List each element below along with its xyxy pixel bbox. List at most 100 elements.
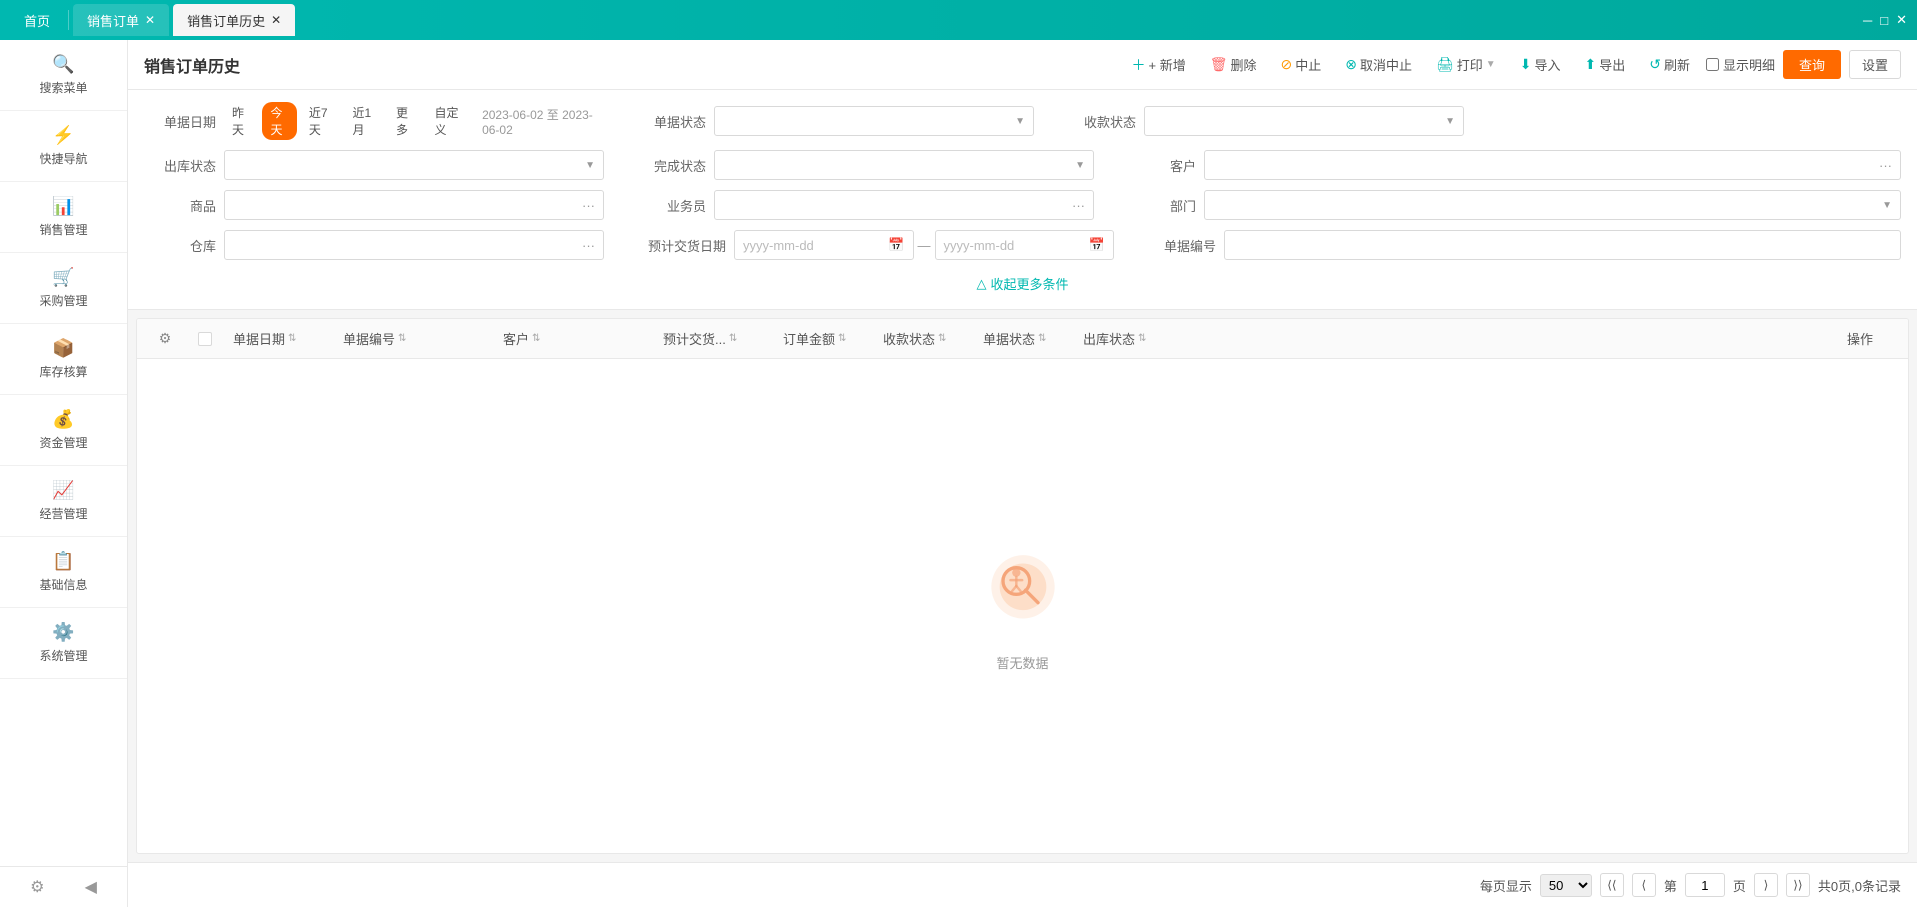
- warehouse-input[interactable]: ···: [224, 230, 604, 260]
- page-prev-button[interactable]: ⟨: [1632, 873, 1656, 897]
- display-toggle-checkbox[interactable]: [1706, 58, 1719, 71]
- date-label: 单据日期: [144, 112, 224, 131]
- refresh-button[interactable]: ↺ 刷新: [1641, 51, 1698, 78]
- bill-no-control[interactable]: [1224, 230, 1901, 260]
- th-payment[interactable]: 收款状态 ⇅: [875, 329, 975, 348]
- date-tag-7days[interactable]: 近7天: [301, 102, 341, 140]
- salesman-dots[interactable]: ···: [1072, 198, 1085, 213]
- import-button[interactable]: ⬇ 导入: [1512, 51, 1569, 78]
- sidebar-item-search[interactable]: 🔍 搜索菜单: [0, 40, 127, 111]
- page-last-button[interactable]: ⟩⟩: [1786, 873, 1810, 897]
- dept-select[interactable]: ▼: [1204, 190, 1901, 220]
- dept-control[interactable]: ▼: [1204, 190, 1901, 220]
- sidebar-item-sales[interactable]: 📊 销售管理: [0, 182, 127, 253]
- bill-status-select[interactable]: ▼: [714, 106, 1034, 136]
- page-size-select[interactable]: 10 20 50 100: [1540, 874, 1592, 897]
- tab-home[interactable]: 首页: [10, 4, 64, 36]
- warehouse-control[interactable]: ···: [224, 230, 604, 260]
- expected-date-start-placeholder: yyyy-mm-dd: [743, 238, 814, 253]
- display-toggle-label: 显示明细: [1723, 55, 1775, 74]
- salesman-control[interactable]: ···: [714, 190, 1094, 220]
- date-tag-yesterday[interactable]: 昨天: [224, 102, 258, 140]
- sidebar-item-finance[interactable]: 💰 资金管理: [0, 395, 127, 466]
- th-date[interactable]: 单据日期 ⇅: [225, 329, 335, 348]
- date-tag-custom[interactable]: 自定义: [426, 102, 470, 140]
- sidebar-item-finance-label: 资金管理: [39, 434, 87, 451]
- th-delivery[interactable]: 预计交货... ⇅: [655, 329, 775, 348]
- minimize-icon[interactable]: ─: [1863, 13, 1872, 28]
- complete-status-control[interactable]: ▼: [714, 150, 1094, 180]
- payment-status-control[interactable]: ▼: [1144, 106, 1464, 136]
- sidebar-item-basic-info[interactable]: 📋 基础信息: [0, 537, 127, 608]
- window-controls: ─ □ ✕: [1863, 12, 1907, 28]
- print-button[interactable]: 🖨 打印 ▼: [1428, 51, 1504, 78]
- date-tags: 昨天 今天 近7天 近1月 更多 自定义: [224, 102, 470, 140]
- th-amount[interactable]: 订单金额 ⇅: [775, 329, 875, 348]
- maximize-icon[interactable]: □: [1880, 13, 1888, 28]
- th-warehouse[interactable]: 出库状态 ⇅: [1075, 329, 1175, 348]
- tab-sales-order[interactable]: 销售订单 ✕: [73, 4, 169, 36]
- payment-status-select[interactable]: ▼: [1144, 106, 1464, 136]
- query-button[interactable]: 查询: [1783, 50, 1841, 79]
- sidebar-item-inventory[interactable]: 📦 库存核算: [0, 324, 127, 395]
- calendar-start-icon[interactable]: 📅: [888, 237, 904, 253]
- sidebar-item-system[interactable]: ⚙️ 系统管理: [0, 608, 127, 679]
- cancel-stop-button[interactable]: ⊗ 取消中止: [1337, 51, 1420, 78]
- date-tag-more[interactable]: 更多: [388, 102, 422, 140]
- setting-button[interactable]: 设置: [1849, 50, 1901, 79]
- tab-sales-order-close[interactable]: ✕: [145, 13, 155, 27]
- sidebar-settings-icon[interactable]: ⚙: [30, 877, 44, 897]
- sidebar-collapse-icon[interactable]: ◀: [85, 877, 97, 897]
- salesman-input[interactable]: ···: [714, 190, 1094, 220]
- expected-date-start[interactable]: yyyy-mm-dd 📅: [734, 230, 914, 260]
- th-no[interactable]: 单据编号 ⇅: [335, 329, 495, 348]
- header-checkbox[interactable]: [198, 332, 212, 346]
- page-first-button[interactable]: ⟨⟨: [1600, 873, 1624, 897]
- page-number-input[interactable]: [1685, 873, 1725, 897]
- date-tag-1month[interactable]: 近1月: [344, 102, 384, 140]
- page-next-button[interactable]: ⟩: [1754, 873, 1778, 897]
- cancel-stop-icon: ⊗: [1345, 56, 1357, 73]
- expected-date-control[interactable]: yyyy-mm-dd 📅 — yyyy-mm-dd 📅: [734, 230, 1114, 260]
- th-checkbox[interactable]: [185, 332, 225, 346]
- tab-sales-order-history[interactable]: 销售订单历史 ✕: [173, 4, 295, 36]
- th-payment-sort: ⇅: [938, 333, 946, 344]
- delivery-status-select[interactable]: ▼: [224, 150, 604, 180]
- delivery-status-control[interactable]: ▼: [224, 150, 604, 180]
- delete-button[interactable]: 🗑 删除: [1202, 51, 1265, 78]
- warehouse-dots[interactable]: ···: [582, 238, 595, 253]
- customer-dots[interactable]: ···: [1879, 158, 1892, 173]
- display-toggle[interactable]: 显示明细: [1706, 55, 1775, 74]
- goods-dots[interactable]: ···: [582, 198, 595, 213]
- bill-status-control[interactable]: ▼: [714, 106, 1034, 136]
- customer-control[interactable]: ···: [1204, 150, 1901, 180]
- cancel-stop-label: 取消中止: [1360, 55, 1412, 74]
- collapse-button[interactable]: △ 收起更多条件: [144, 270, 1901, 297]
- new-button[interactable]: ＋ + 新增: [1123, 51, 1193, 79]
- th-status[interactable]: 单据状态 ⇅: [975, 329, 1075, 348]
- collapse-label: 收起更多条件: [990, 274, 1068, 293]
- sidebar-item-quick-nav[interactable]: ⚡ 快捷导航: [0, 111, 127, 182]
- table-settings-gear-icon[interactable]: ⚙: [159, 330, 172, 347]
- date-tag-today[interactable]: 今天: [262, 102, 296, 140]
- th-settings[interactable]: ⚙: [145, 330, 185, 347]
- customer-input[interactable]: ···: [1204, 150, 1901, 180]
- goods-input[interactable]: ···: [224, 190, 604, 220]
- bill-no-input[interactable]: [1224, 230, 1901, 260]
- export-button[interactable]: ⬆ 导出: [1576, 51, 1633, 78]
- th-customer-sort: ⇅: [532, 333, 540, 344]
- stop-button[interactable]: ⊘ 中止: [1273, 51, 1330, 78]
- goods-control[interactable]: ···: [224, 190, 604, 220]
- pagination: 每页显示 10 20 50 100 ⟨⟨ ⟨ 第 页 ⟩ ⟩⟩ 共0页,0条记录: [128, 862, 1917, 907]
- sidebar-item-operations[interactable]: 📈 经营管理: [0, 466, 127, 537]
- print-arrow: ▼: [1486, 59, 1496, 70]
- expected-date-end[interactable]: yyyy-mm-dd 📅: [935, 230, 1115, 260]
- th-customer[interactable]: 客户 ⇅: [495, 329, 655, 348]
- sidebar-bottom: ⚙ ◀: [0, 866, 127, 907]
- sidebar-item-purchase[interactable]: 🛒 采购管理: [0, 253, 127, 324]
- tab-sales-order-history-close[interactable]: ✕: [271, 13, 281, 27]
- complete-status-select[interactable]: ▼: [714, 150, 1094, 180]
- calendar-end-icon[interactable]: 📅: [1089, 237, 1105, 253]
- close-icon[interactable]: ✕: [1896, 12, 1907, 28]
- th-action-label: 操作: [1847, 329, 1873, 348]
